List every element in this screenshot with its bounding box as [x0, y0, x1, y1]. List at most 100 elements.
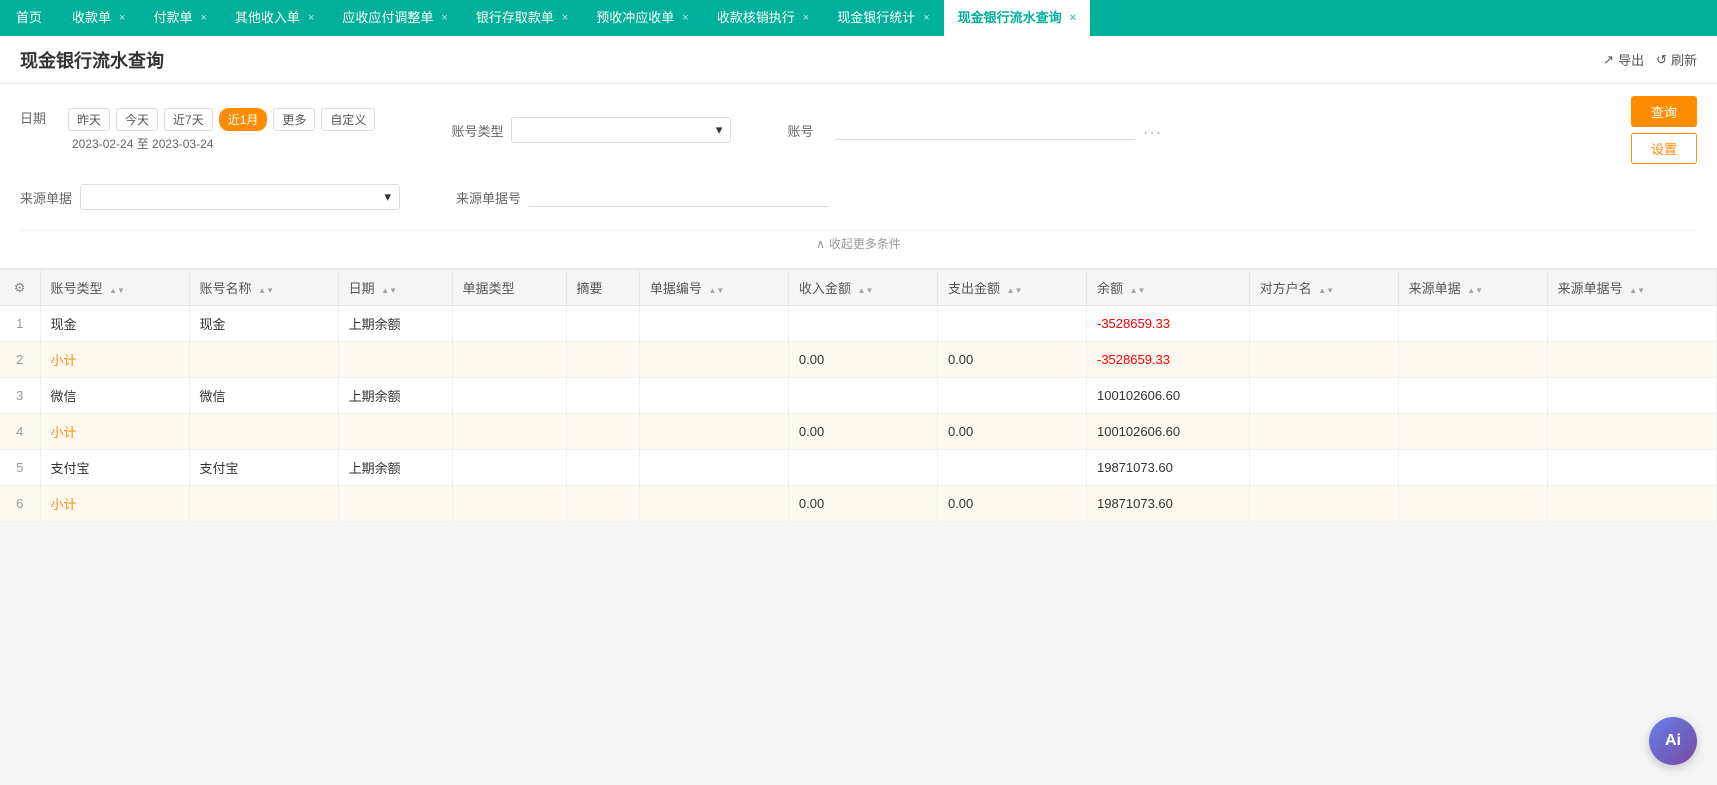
th-gear[interactable]: ⚙: [0, 270, 40, 306]
top-navigation: 首页 收款单 × 付款单 × 其他收入单 × 应收应付调整单 × 银行存取款单 …: [0, 0, 1717, 36]
chevron-down-icon: ▾: [384, 189, 391, 205]
row-source-doc: [1398, 342, 1547, 378]
account-label: 账号: [787, 121, 827, 140]
nav-tab-verify[interactable]: 收款核销执行 ×: [703, 0, 823, 36]
settings-button[interactable]: 设置: [1631, 133, 1697, 164]
collapse-more-conditions[interactable]: ∧ 收起更多条件: [20, 230, 1697, 256]
date-label: 日期: [20, 108, 60, 127]
row-source-doc-no: [1547, 486, 1716, 522]
close-icon[interactable]: ×: [923, 0, 929, 36]
row-balance: -3528659.33: [1086, 342, 1249, 378]
row-counterpart: [1249, 342, 1398, 378]
row-summary: [566, 306, 639, 342]
row-source-doc: [1398, 450, 1547, 486]
row-date: 上期余额: [338, 306, 452, 342]
row-source-doc-no: [1547, 306, 1716, 342]
th-account-type[interactable]: 账号类型 ▲▼: [40, 270, 189, 306]
refresh-button[interactable]: ↺ 刷新: [1656, 50, 1697, 69]
th-summary: 摘要: [566, 270, 639, 306]
row-source-doc: [1398, 378, 1547, 414]
page-title: 现金银行流水查询: [20, 47, 164, 73]
th-source-doc-no[interactable]: 来源单据号 ▲▼: [1547, 270, 1716, 306]
refresh-icon: ↺: [1656, 52, 1667, 68]
th-counterpart[interactable]: 对方户名 ▲▼: [1249, 270, 1398, 306]
filter-row-1: 日期 昨天 今天 近7天 近1月 更多 自定义 2023-02-24 至 202…: [20, 96, 1697, 164]
nav-home[interactable]: 首页: [0, 0, 58, 36]
date-btn-today[interactable]: 今天: [116, 108, 158, 131]
sort-icon: ▲▼: [709, 287, 725, 295]
close-icon[interactable]: ×: [441, 0, 447, 36]
account-input[interactable]: [835, 120, 1135, 140]
row-source-doc-no: [1547, 342, 1716, 378]
date-btn-1month[interactable]: 近1月: [219, 108, 268, 131]
close-icon[interactable]: ×: [200, 0, 206, 36]
row-expense: [937, 378, 1086, 414]
row-balance: 100102606.60: [1086, 378, 1249, 414]
row-account-name: [189, 414, 338, 450]
account-type-select[interactable]: ▾: [511, 117, 731, 143]
row-account-type: 小计: [40, 414, 189, 450]
date-btn-more[interactable]: 更多: [273, 108, 315, 131]
th-expense[interactable]: 支出金额 ▲▼: [937, 270, 1086, 306]
table-row: 6小计0.000.0019871073.60: [0, 486, 1717, 522]
row-balance: -3528659.33: [1086, 306, 1249, 342]
row-seq: 2: [0, 342, 40, 378]
th-source-doc[interactable]: 来源单据 ▲▼: [1398, 270, 1547, 306]
nav-tab-bank-stats[interactable]: 现金银行统计 ×: [823, 0, 943, 36]
row-date: [338, 486, 452, 522]
row-seq: 1: [0, 306, 40, 342]
th-date[interactable]: 日期 ▲▼: [338, 270, 452, 306]
date-btn-custom[interactable]: 自定义: [321, 108, 375, 131]
account-dots[interactable]: ...: [1143, 121, 1162, 139]
close-icon[interactable]: ×: [308, 0, 314, 36]
row-summary: [566, 414, 639, 450]
nav-tab-prepay[interactable]: 预收冲应收单 ×: [582, 0, 702, 36]
export-button[interactable]: ↗ 导出: [1603, 50, 1644, 69]
th-income[interactable]: 收入金额 ▲▼: [788, 270, 937, 306]
source-doc-no-input[interactable]: [529, 187, 829, 207]
row-income: [788, 450, 937, 486]
row-seq: 4: [0, 414, 40, 450]
chevron-down-icon: ▾: [716, 122, 723, 138]
ai-assistant-button[interactable]: Ai: [1649, 717, 1697, 765]
date-range-display: 2023-02-24 至 2023-03-24: [72, 135, 375, 152]
row-date: 上期余额: [338, 378, 452, 414]
row-summary: [566, 342, 639, 378]
row-summary: [566, 450, 639, 486]
close-icon[interactable]: ×: [682, 0, 688, 36]
row-date: 上期余额: [338, 450, 452, 486]
row-balance: 19871073.60: [1086, 486, 1249, 522]
row-expense: [937, 450, 1086, 486]
th-doc-no[interactable]: 单据编号 ▲▼: [639, 270, 788, 306]
nav-tab-bank-deposit[interactable]: 银行存取款单 ×: [462, 0, 582, 36]
row-account-type: 现金: [40, 306, 189, 342]
nav-tab-other-income[interactable]: 其他收入单 ×: [221, 0, 328, 36]
nav-tab-payment[interactable]: 付款单 ×: [139, 0, 220, 36]
table-row: 3微信微信上期余额100102606.60: [0, 378, 1717, 414]
source-doc-select[interactable]: ▾: [80, 184, 400, 210]
row-account-name: 现金: [189, 306, 338, 342]
nav-tab-adjustment[interactable]: 应收应付调整单 ×: [328, 0, 461, 36]
close-icon[interactable]: ×: [1070, 0, 1076, 36]
row-account-name: 支付宝: [189, 450, 338, 486]
row-counterpart: [1249, 306, 1398, 342]
close-icon[interactable]: ×: [803, 0, 809, 36]
date-btn-7days[interactable]: 近7天: [164, 108, 213, 131]
query-button[interactable]: 查询: [1631, 96, 1697, 127]
sort-icon: ▲▼: [381, 287, 397, 295]
nav-tab-receipt[interactable]: 收款单 ×: [58, 0, 139, 36]
close-icon[interactable]: ×: [119, 0, 125, 36]
sort-icon: ▲▼: [258, 287, 274, 295]
nav-tab-bank-flow[interactable]: 现金银行流水查询 ×: [944, 0, 1090, 36]
table-header-row: ⚙ 账号类型 ▲▼ 账号名称 ▲▼ 日期 ▲▼ 单据类型 摘要 单据编号 ▲▼ …: [0, 270, 1717, 306]
row-doc-type: [452, 450, 566, 486]
row-source-doc-no: [1547, 414, 1716, 450]
sort-icon: ▲▼: [1629, 287, 1645, 295]
th-account-name[interactable]: 账号名称 ▲▼: [189, 270, 338, 306]
row-summary: [566, 486, 639, 522]
close-icon[interactable]: ×: [562, 0, 568, 36]
th-balance[interactable]: 余额 ▲▼: [1086, 270, 1249, 306]
row-doc-no: [639, 450, 788, 486]
date-btn-yesterday[interactable]: 昨天: [68, 108, 110, 131]
sort-icon: ▲▼: [109, 287, 125, 295]
